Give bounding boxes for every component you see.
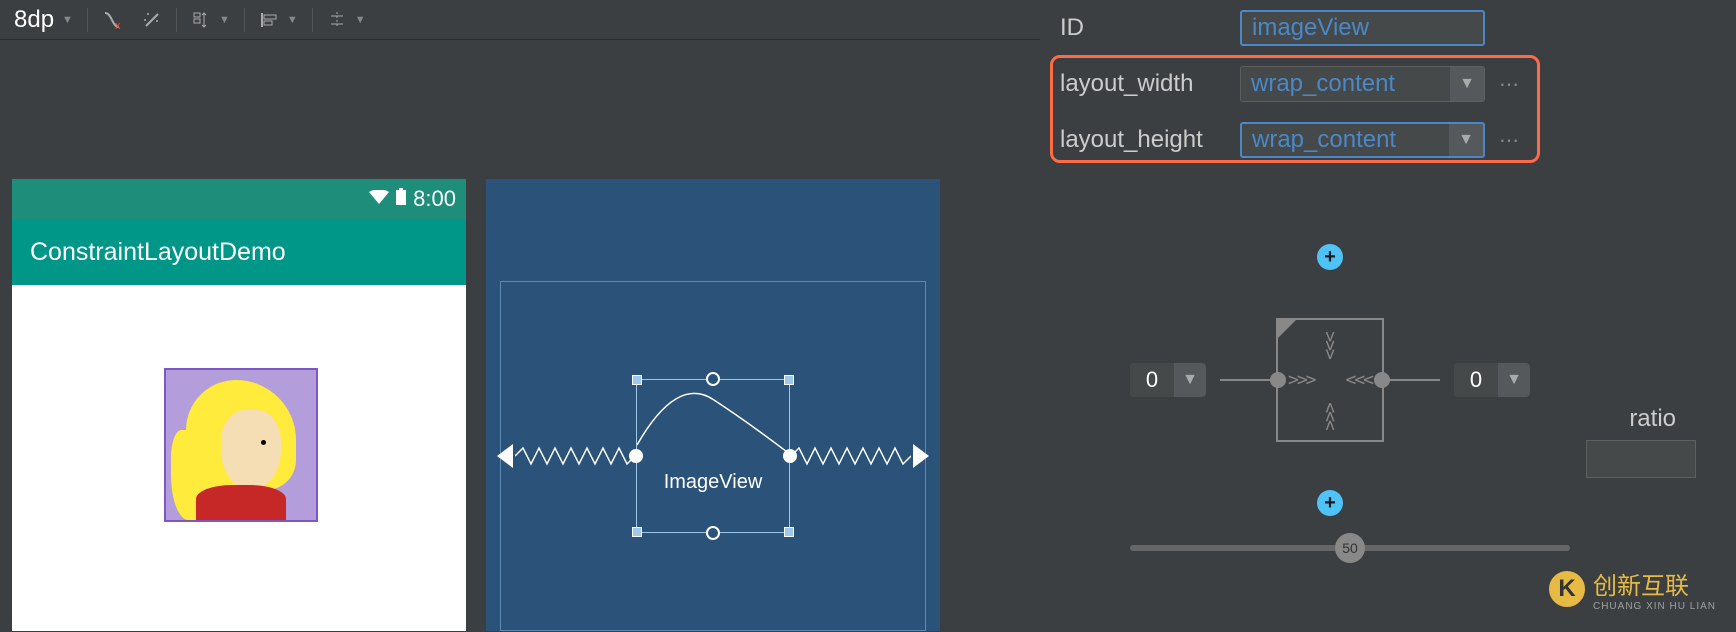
constraint-box[interactable]: >>> >>> <<< <<< (1276, 318, 1384, 442)
widget-label: ImageView (664, 471, 763, 494)
align-icon (259, 10, 279, 30)
prop-row-height: layout_height wrap_content ▼ ⋯ (1060, 112, 1716, 168)
wrap-v-icon: <<< (1320, 402, 1341, 429)
horizontal-bias-slider[interactable]: 50 (1130, 545, 1570, 551)
separator (244, 8, 245, 32)
constraint-dot-left[interactable] (1270, 372, 1286, 388)
layout-height-field[interactable]: wrap_content ▼ (1240, 122, 1485, 158)
guideline-icon (327, 10, 347, 30)
blueprint-root[interactable]: ImageView (500, 281, 926, 631)
design-canvas: 8:00 ConstraintLayoutDemo ImageView (0, 40, 1040, 632)
constraint-dot-right[interactable] (1374, 372, 1390, 388)
margin-value-label: 8dp (14, 6, 54, 34)
margin-right-value: 0 (1454, 363, 1498, 397)
imageview-preview[interactable] (164, 368, 318, 522)
wrap-right-icon: <<< (1345, 370, 1372, 391)
device-preview[interactable]: 8:00 ConstraintLayoutDemo (12, 179, 466, 631)
ratio-toggle-icon[interactable] (1276, 318, 1298, 340)
image-wave-icon (637, 380, 789, 532)
chevron-down-icon: ▼ (287, 14, 298, 26)
layout-height-value: wrap_content (1242, 126, 1449, 154)
watermark-subtext: CHUANG XIN HU LIAN (1593, 601, 1716, 612)
magic-wand-icon (142, 10, 162, 30)
chevron-down-icon: ▼ (62, 14, 73, 26)
default-margin-button[interactable]: 8dp ▼ (8, 6, 79, 34)
device-content (12, 285, 466, 631)
battery-icon (395, 186, 407, 212)
prop-row-width: layout_width wrap_content ▼ ⋯ (1060, 56, 1716, 112)
id-input[interactable] (1242, 14, 1572, 42)
watermark-logo-icon: K (1549, 571, 1585, 607)
more-actions-icon[interactable]: ⋯ (1499, 72, 1519, 97)
prop-row-id: ID (1060, 0, 1716, 56)
constraint-arrow-left-icon (497, 444, 513, 468)
chevron-down-icon: ▼ (355, 14, 366, 26)
chevron-down-icon: ▼ (219, 14, 230, 26)
infer-constraints-button[interactable] (136, 6, 168, 34)
add-top-constraint-button[interactable]: + (1317, 244, 1343, 270)
properties-panel: ID layout_width wrap_content ▼ ⋯ layout_… (1040, 0, 1736, 632)
watermark: K 创新互联 CHUANG XIN HU LIAN (1549, 566, 1716, 612)
blueprint-view[interactable]: ImageView (486, 179, 940, 631)
anchor-left[interactable] (629, 449, 643, 463)
layout-width-field[interactable]: wrap_content ▼ (1240, 66, 1485, 102)
anchor-bottom[interactable] (706, 526, 720, 540)
dropdown-toggle[interactable]: ▼ (1449, 124, 1483, 156)
resize-handle-tl[interactable] (632, 375, 642, 385)
layout-width-value: wrap_content (1241, 70, 1450, 98)
more-actions-icon[interactable]: ⋯ (1499, 128, 1519, 153)
margin-left-value: 0 (1130, 363, 1174, 397)
chevron-down-icon[interactable]: ▼ (1498, 371, 1530, 389)
id-field[interactable] (1240, 10, 1485, 46)
add-bottom-constraint-button[interactable]: + (1317, 490, 1343, 516)
margin-left-field[interactable]: 0 ▼ (1130, 363, 1206, 397)
layout-width-label: layout_width (1060, 70, 1230, 98)
status-bar: 8:00 (12, 179, 466, 219)
pack-icon (191, 10, 211, 30)
resize-handle-tr[interactable] (784, 375, 794, 385)
clear-constraints-button[interactable]: x (96, 6, 128, 34)
dropdown-toggle[interactable]: ▼ (1450, 67, 1484, 101)
bias-thumb[interactable]: 50 (1335, 533, 1365, 563)
status-time: 8:00 (413, 186, 456, 212)
wrap-left-icon: >>> (1288, 370, 1315, 391)
ratio-field[interactable] (1586, 440, 1696, 478)
guidelines-button[interactable]: ▼ (321, 6, 372, 34)
wifi-icon (369, 186, 389, 212)
separator (87, 8, 88, 32)
svg-text:x: x (115, 20, 121, 30)
imageview-blueprint[interactable]: ImageView (636, 379, 790, 533)
watermark-text: 创新互联 (1593, 573, 1689, 600)
spring-right-icon (791, 446, 911, 466)
chevron-down-icon[interactable]: ▼ (1174, 371, 1206, 389)
constraint-arrow-right-icon (913, 444, 929, 468)
ratio-label: ratio (1629, 405, 1676, 433)
separator (176, 8, 177, 32)
constraint-inspector: + >>> >>> <<< <<< 0 ▼ 0 ▼ + (1120, 250, 1540, 510)
id-label: ID (1060, 14, 1230, 42)
pack-button[interactable]: ▼ (185, 6, 236, 34)
spring-left-icon (515, 446, 635, 466)
resize-handle-br[interactable] (784, 527, 794, 537)
constraint-line-right (1382, 379, 1440, 381)
resize-handle-bl[interactable] (632, 527, 642, 537)
wrap-v-icon: >>> (1320, 331, 1341, 358)
app-bar: ConstraintLayoutDemo (12, 219, 466, 285)
align-button[interactable]: ▼ (253, 6, 304, 34)
separator (312, 8, 313, 32)
margin-right-field[interactable]: 0 ▼ (1454, 363, 1530, 397)
layout-height-label: layout_height (1060, 126, 1230, 154)
anchor-top[interactable] (706, 372, 720, 386)
app-title: ConstraintLayoutDemo (30, 238, 286, 267)
